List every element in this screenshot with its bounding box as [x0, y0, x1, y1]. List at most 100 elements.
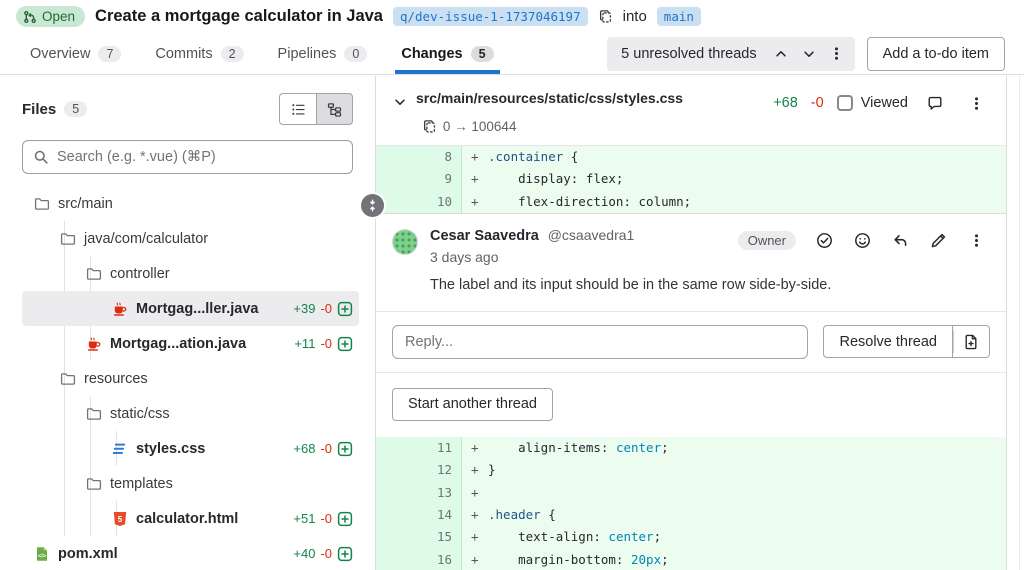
comment-actions: Owner — [738, 227, 990, 255]
comment: Cesar Saavedra @csaavedra1 3 days ago Ow… — [376, 214, 1006, 311]
file-tree-item-mortgag...ation.java[interactable]: Mortgag...ation.java+11-0 — [22, 326, 359, 361]
tab-label: Pipelines — [278, 46, 337, 62]
folder-tree-item-controller[interactable]: controller — [22, 256, 359, 291]
file-comment-button[interactable] — [921, 89, 949, 117]
add-todo-button[interactable]: Add a to-do item — [867, 37, 1005, 71]
new-line-number[interactable]: 9 — [428, 168, 462, 190]
comment-timestamp[interactable]: 3 days ago — [430, 249, 634, 265]
target-branch-badge[interactable]: main — [657, 7, 701, 26]
viewed-checkbox[interactable] — [837, 95, 853, 111]
diff-line-16: 16+ margin-bottom: 20px; — [376, 549, 1006, 570]
folder-tree-item-java-com-calculator[interactable]: java/com/calculator — [22, 221, 359, 256]
copy-file-path-button[interactable] — [422, 119, 437, 134]
tab-changes[interactable]: Changes5 — [401, 33, 493, 74]
new-line-number[interactable]: 11 — [428, 437, 462, 459]
into-label: into — [623, 8, 647, 25]
tab-overview[interactable]: Overview7 — [30, 33, 121, 74]
file-mode-change: 0 → 100644 — [443, 119, 517, 134]
folder-tree-item-src-main[interactable]: src/main — [22, 186, 359, 221]
folder-tree-item-resources[interactable]: resources — [22, 361, 359, 396]
kebab-menu-icon — [969, 233, 984, 248]
new-line-number[interactable]: 16 — [428, 549, 462, 570]
reply-zone: Resolve thread — [376, 311, 1006, 372]
list-view-button[interactable] — [279, 93, 316, 125]
author-username[interactable]: @csaavedra1 — [548, 227, 635, 243]
removed-lines-count: -0 — [320, 301, 332, 316]
old-line-number-cell[interactable] — [376, 482, 428, 504]
file-tree-item-styles.css[interactable]: styles.css+68-0 — [22, 431, 359, 466]
resolve-options-button[interactable] — [953, 325, 990, 358]
file-removed-lines: -0 — [811, 95, 824, 111]
code-line-content: display: flex; — [488, 168, 1006, 190]
edit-comment-button[interactable] — [924, 227, 952, 255]
added-line-sign: + — [462, 482, 488, 504]
smiley-icon — [854, 232, 871, 249]
diff-line-12: 12+} — [376, 459, 1006, 481]
resolve-thread-button[interactable]: Resolve thread — [823, 325, 953, 358]
reply-arrow-icon — [892, 232, 909, 249]
tree-item-label: static/css — [110, 406, 170, 422]
folder-tree-item-static-css[interactable]: static/css — [22, 396, 359, 431]
old-line-number-cell[interactable] — [376, 437, 428, 459]
comment-author: Cesar Saavedra @csaavedra1 3 days ago — [430, 227, 634, 265]
file-tree-item-mortgag...ller.java[interactable]: Mortgag...ller.java+39-0 — [22, 291, 359, 326]
code-line-content: } — [488, 459, 1006, 481]
old-line-number-cell[interactable] — [376, 549, 428, 570]
file-tree-item-calculator.html[interactable]: 5calculator.html+51-0 — [22, 501, 359, 536]
scrollbar-track[interactable] — [1019, 76, 1020, 570]
added-line-sign: + — [462, 191, 488, 213]
old-line-number-cell[interactable] — [376, 526, 428, 548]
files-count-badge: 5 — [64, 101, 87, 117]
new-line-number[interactable]: 10 — [428, 191, 462, 213]
file-search-input[interactable] — [22, 140, 353, 174]
avatar[interactable] — [392, 229, 418, 255]
tabs: Overview7 Commits2 Pipelines0 Changes5 — [30, 33, 494, 74]
copy-branch-button[interactable] — [598, 9, 613, 24]
new-line-number[interactable]: 13 — [428, 482, 462, 504]
next-thread-button[interactable] — [795, 40, 823, 68]
old-line-number-cell[interactable] — [376, 459, 428, 481]
collapse-file-button[interactable] — [386, 88, 414, 116]
reply-input[interactable] — [392, 325, 808, 359]
copy-icon — [598, 9, 613, 24]
new-line-number[interactable]: 14 — [428, 504, 462, 526]
code-line-content: .container { — [488, 146, 1006, 168]
tab-label: Commits — [155, 46, 212, 62]
comment-options-button[interactable] — [962, 227, 990, 255]
comment-header: Cesar Saavedra @csaavedra1 3 days ago Ow… — [392, 227, 990, 265]
tab-commits[interactable]: Commits2 — [155, 33, 243, 74]
tab-pipelines[interactable]: Pipelines0 — [278, 33, 368, 74]
added-lines-count: +39 — [293, 301, 315, 316]
resolve-comment-button[interactable] — [810, 227, 838, 255]
new-line-number[interactable]: 15 — [428, 526, 462, 548]
old-line-number-cell[interactable] — [376, 504, 428, 526]
folder-tree-item-templates[interactable]: templates — [22, 466, 359, 501]
file-options-button[interactable] — [962, 89, 990, 117]
source-branch-badge[interactable]: q/dev-issue-1-1737046197 — [393, 7, 588, 26]
file-tree-item-pom.xml[interactable]: </>pom.xml+40-0 — [22, 536, 359, 570]
old-line-number-cell[interactable] — [376, 146, 428, 168]
folder-icon — [86, 476, 102, 492]
diff-line-13: 13+ — [376, 482, 1006, 504]
added-lines-count: +68 — [293, 441, 315, 456]
collapse-file-browser-button[interactable] — [359, 192, 386, 219]
reply-button[interactable] — [886, 227, 914, 255]
tabbar-actions: 5 unresolved threads Add a t — [607, 33, 1005, 74]
threads-options-button[interactable] — [823, 40, 851, 68]
start-another-thread-button[interactable]: Start another thread — [392, 388, 553, 421]
mr-header: Open Create a mortgage calculator in Jav… — [16, 0, 1024, 33]
files-label: Files — [22, 101, 56, 118]
added-lines-count: +11 — [294, 336, 315, 351]
new-line-number[interactable]: 8 — [428, 146, 462, 168]
resolve-thread-split-button: Resolve thread — [823, 325, 990, 358]
tree-view-button[interactable] — [316, 93, 353, 125]
status-badge-label: Open — [42, 9, 75, 24]
copy-plus-icon — [963, 334, 979, 350]
new-line-number[interactable]: 12 — [428, 459, 462, 481]
author-name[interactable]: Cesar Saavedra — [430, 228, 539, 244]
code-token: align-items: — [488, 440, 616, 455]
previous-thread-button[interactable] — [767, 40, 795, 68]
add-reaction-button[interactable] — [848, 227, 876, 255]
old-line-number-cell[interactable] — [376, 168, 428, 190]
diff-file-path[interactable]: src/main/resources/static/css/styles.css — [416, 90, 683, 106]
